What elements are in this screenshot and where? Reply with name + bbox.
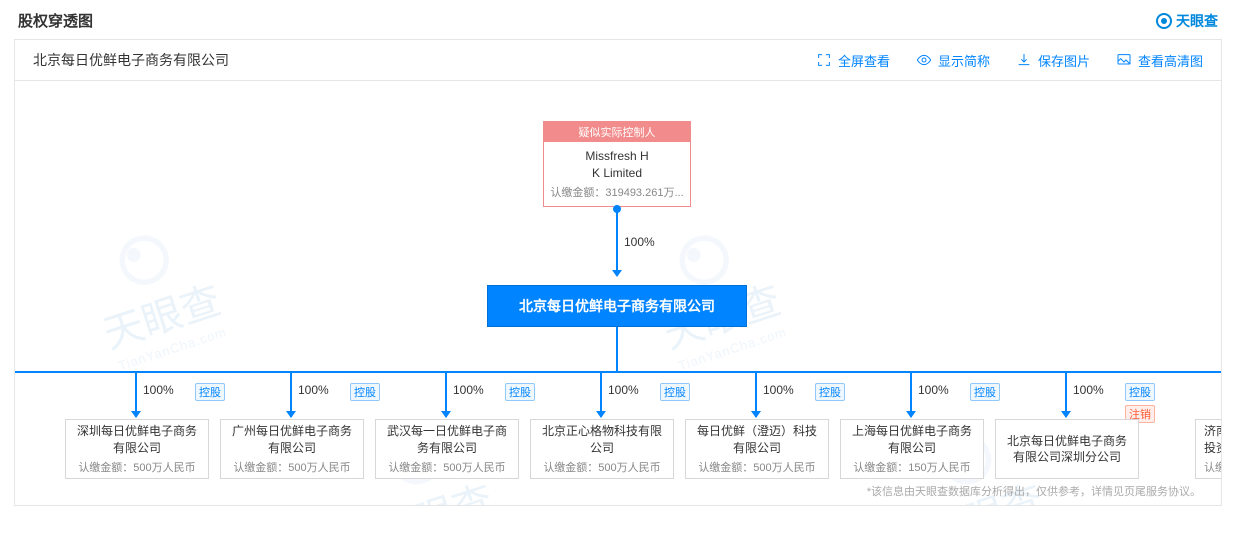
image-icon <box>1116 52 1132 68</box>
download-icon <box>1016 52 1032 68</box>
fullscreen-button[interactable]: 全屏查看 <box>816 51 890 70</box>
watermark: 天眼查TianYanCha.com <box>78 216 232 375</box>
holding-tag: 控股 <box>815 383 845 401</box>
save-label: 保存图片 <box>1038 51 1090 70</box>
child-pct: 100% <box>918 383 949 397</box>
brand-text: 天眼查 <box>1176 11 1218 31</box>
child-pct: 100% <box>453 383 484 397</box>
child-amount: 认缴金额：500万人民币 <box>227 459 357 475</box>
child-pct: 100% <box>1073 383 1104 397</box>
child-name: 深圳每日优鲜电子商务有限公司 <box>72 423 202 455</box>
child-pct: 100% <box>143 383 174 397</box>
controller-tag: 疑似实际控制人 <box>544 122 690 142</box>
diagram-container: 股权穿透图 天眼查 北京每日优鲜电子商务有限公司 全屏查看 显示简称 保存图片 … <box>0 0 1236 506</box>
header: 股权穿透图 天眼查 <box>0 0 1236 39</box>
child-name: 上海每日优鲜电子商务有限公司 <box>847 423 977 455</box>
child-box: 武汉每一日优鲜电子商务有限公司认缴金额：500万人民币 <box>375 419 519 479</box>
page-title: 股权穿透图 <box>18 10 93 31</box>
brand-logo: 天眼查 <box>1156 11 1218 31</box>
toolbar: 北京每日优鲜电子商务有限公司 全屏查看 显示简称 保存图片 查看高清图 <box>14 39 1222 81</box>
trunk-line <box>616 327 618 371</box>
holding-tag: 控股 <box>350 383 380 401</box>
child-box: 济南经发优投资基金1 认缴金额 <box>1195 419 1222 479</box>
save-button[interactable]: 保存图片 <box>1016 51 1090 70</box>
child-name: 济南经发优投资基金1 <box>1204 423 1222 455</box>
holding-tag: 控股 <box>970 383 1000 401</box>
eye-icon <box>916 52 932 68</box>
child-pct: 100% <box>608 383 639 397</box>
child-name: 广州每日优鲜电子商务有限公司 <box>227 423 357 455</box>
child-name: 武汉每一日优鲜电子商务有限公司 <box>382 423 512 455</box>
main-node-label: 北京每日优鲜电子商务有限公司 <box>519 296 715 316</box>
child-pct: 100% <box>763 383 794 397</box>
brand-icon <box>1156 13 1172 29</box>
parent-pct: 100% <box>624 235 655 249</box>
expand-icon <box>816 52 832 68</box>
fullscreen-label: 全屏查看 <box>838 51 890 70</box>
holding-tag: 控股 <box>195 383 225 401</box>
main-node[interactable]: 北京每日优鲜电子商务有限公司 <box>487 285 747 327</box>
child-amount: 认缴金额：500万人民币 <box>72 459 202 475</box>
child-amount: 认缴金额：500万人民币 <box>382 459 512 475</box>
child-box: 北京每日优鲜电子商务有限公司深圳分公司 <box>995 419 1139 479</box>
child-amount: 认缴金额：500万人民币 <box>692 459 822 475</box>
child-box: 深圳每日优鲜电子商务有限公司认缴金额：500万人民币 <box>65 419 209 479</box>
parent-node[interactable]: 疑似实际控制人 Missfresh HK Limited 认缴金额：319493… <box>543 121 691 207</box>
disclaimer: *该信息由天眼查数据库分析得出，仅供参考，详情见页尾服务协议。 <box>867 483 1201 499</box>
child-box: 广州每日优鲜电子商务有限公司认缴金额：500万人民币 <box>220 419 364 479</box>
child-box: 北京正心格物科技有限公司认缴金额：500万人民币 <box>530 419 674 479</box>
child-name: 每日优鲜（澄迈）科技有限公司 <box>692 423 822 455</box>
holding-tag: 控股 <box>1125 383 1155 401</box>
holding-tag: 控股 <box>505 383 535 401</box>
child-box: 每日优鲜（澄迈）科技有限公司认缴金额：500万人民币 <box>685 419 829 479</box>
equity-canvas[interactable]: TianYanCha.com 天眼查TianYanCha.com 天眼查Tian… <box>14 81 1222 506</box>
toolbar-actions: 全屏查看 显示简称 保存图片 查看高清图 <box>816 51 1203 70</box>
abbrev-button[interactable]: 显示简称 <box>916 51 990 70</box>
hd-label: 查看高清图 <box>1138 51 1203 70</box>
horizontal-connector <box>14 371 1222 373</box>
abbrev-label: 显示简称 <box>938 51 990 70</box>
parent-name: Missfresh HK Limited <box>544 142 690 184</box>
holding-tag: 控股 <box>660 383 690 401</box>
child-amount: 认缴金额：150万人民币 <box>847 459 977 475</box>
parent-amount: 认缴金额：319493.261万... <box>544 184 690 206</box>
child-name: 北京每日优鲜电子商务有限公司深圳分公司 <box>1002 433 1132 465</box>
subject-company: 北京每日优鲜电子商务有限公司 <box>33 50 229 70</box>
child-pct: 100% <box>298 383 329 397</box>
child-amount: 认缴金额 <box>1204 459 1222 475</box>
child-name: 北京正心格物科技有限公司 <box>537 423 667 455</box>
parent-edge: 100% <box>616 205 618 281</box>
child-amount: 认缴金额：500万人民币 <box>537 459 667 475</box>
hd-button[interactable]: 查看高清图 <box>1116 51 1203 70</box>
child-box: 上海每日优鲜电子商务有限公司认缴金额：150万人民币 <box>840 419 984 479</box>
